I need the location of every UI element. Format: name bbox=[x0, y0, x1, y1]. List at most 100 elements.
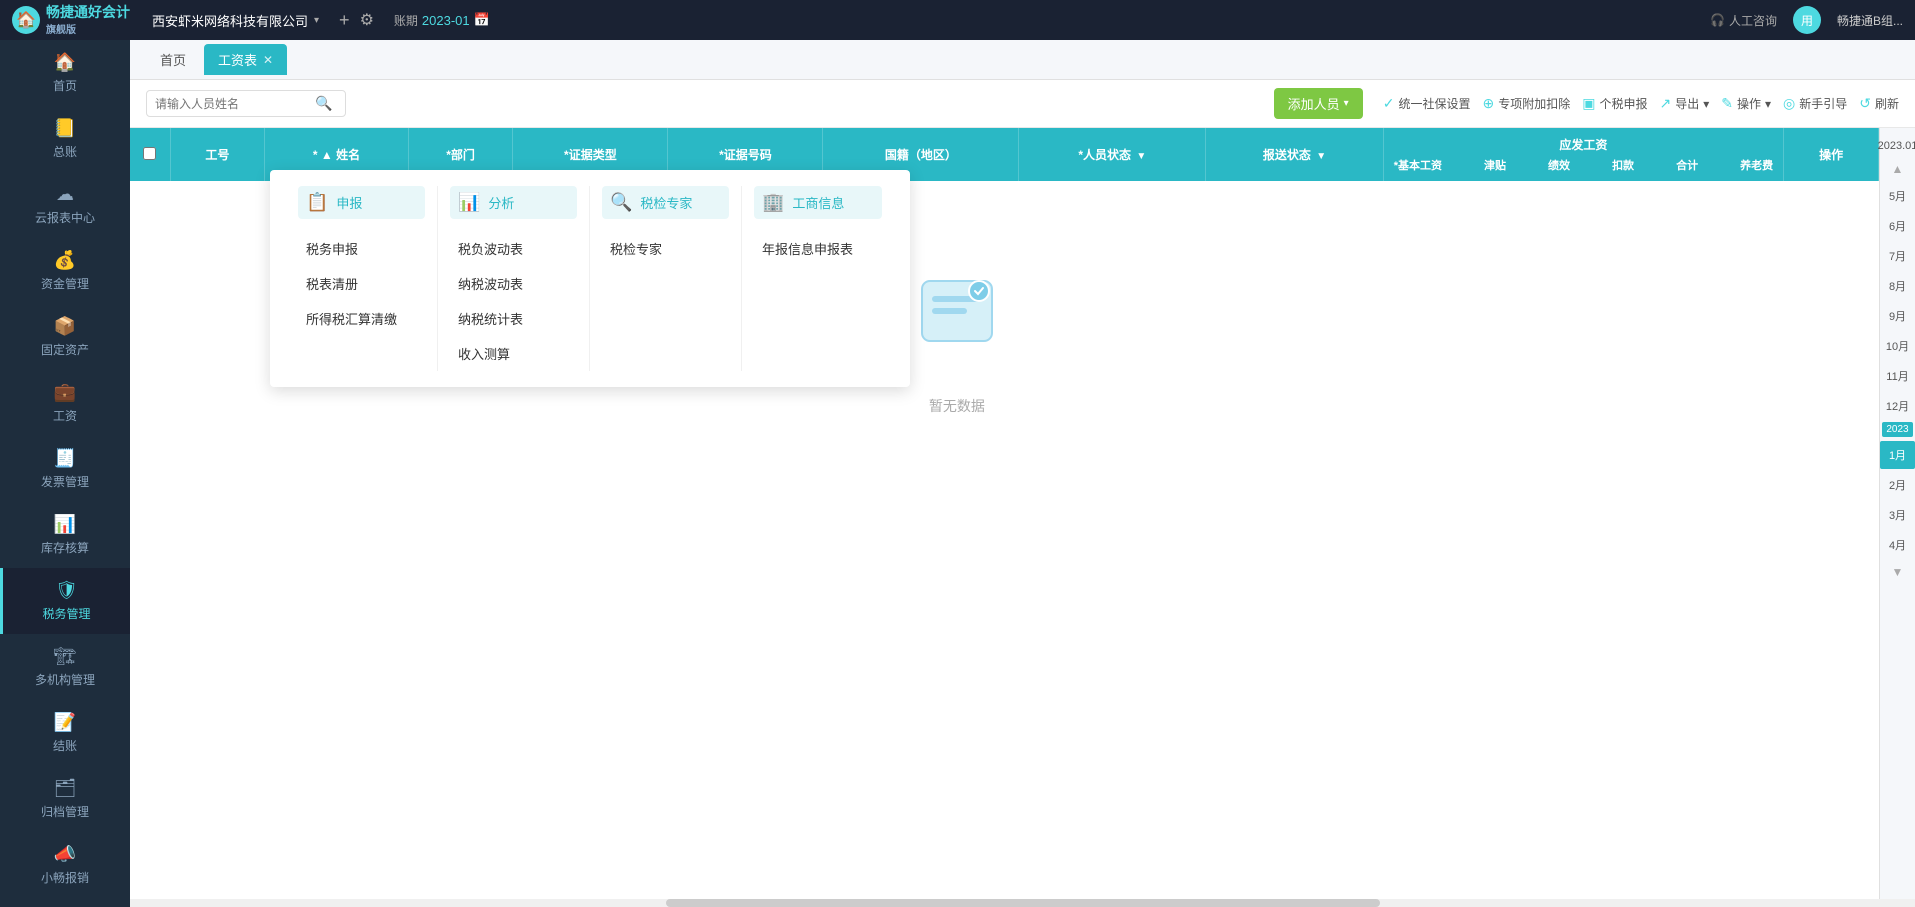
sidebar-item-inventory[interactable]: 📊 库存核算 bbox=[0, 502, 130, 568]
dropdown-item-annual-tax[interactable]: 所得税汇算清缴 bbox=[298, 301, 425, 336]
sidebar-item-label: 云报表中心 bbox=[35, 209, 95, 226]
tab-salary-label: 工资表 bbox=[218, 50, 257, 69]
month-item-8[interactable]: 8月 bbox=[1880, 272, 1915, 300]
sidebar-item-funds[interactable]: 💰 资金管理 bbox=[0, 238, 130, 304]
help-button[interactable]: 🎧 人工咨询 bbox=[1710, 12, 1777, 29]
month-item-4[interactable]: 4月 bbox=[1880, 531, 1915, 559]
dropdown-section-declaration-header: 📋 申报 bbox=[298, 186, 425, 219]
horizontal-scrollbar[interactable] bbox=[130, 899, 1915, 907]
sidebar-item-close-account[interactable]: 📝 结账 bbox=[0, 700, 130, 766]
period-calendar-icon[interactable]: 📅 bbox=[474, 12, 490, 28]
top-bar: 🏠 畅捷通好会计 旗舰版 西安虾米网络科技有限公司 ▾ + ⚙ 账期 2023-… bbox=[0, 0, 1915, 40]
add-person-button[interactable]: 添加人员 ▾ bbox=[1274, 88, 1363, 119]
sidebar-item-multi-org[interactable]: 🏗 多机构管理 bbox=[0, 634, 130, 700]
dropdown-item-tax-declaration[interactable]: 税务申报 bbox=[298, 231, 425, 266]
month-item-1[interactable]: 1月 bbox=[1880, 441, 1915, 469]
add-person-label: 添加人员 bbox=[1288, 94, 1340, 113]
month-item-6[interactable]: 6月 bbox=[1880, 212, 1915, 240]
company-selector[interactable]: 西安虾米网络科技有限公司 ▾ bbox=[152, 11, 319, 30]
sidebar-item-label: 发票管理 bbox=[41, 473, 89, 490]
dropdown-section-tax-expert-header: 🔍 税检专家 bbox=[602, 186, 729, 219]
month-item-12[interactable]: 12月 bbox=[1880, 392, 1915, 420]
settings-icon[interactable]: ⚙ bbox=[360, 10, 374, 30]
tab-home-label: 首页 bbox=[160, 50, 186, 69]
search-input[interactable] bbox=[155, 97, 315, 111]
tab-bar: 首页 工资表 ✕ bbox=[130, 40, 1915, 80]
tab-home[interactable]: 首页 bbox=[146, 44, 200, 75]
tab-salary[interactable]: 工资表 ✕ bbox=[204, 44, 287, 75]
period-value: 2023-01 bbox=[422, 13, 470, 28]
export-button[interactable]: ↗ 导出 ▾ bbox=[1659, 95, 1709, 112]
month-item-9[interactable]: 9月 bbox=[1880, 302, 1915, 330]
select-all-checkbox[interactable] bbox=[143, 147, 156, 160]
sidebar-item-label: 总账 bbox=[53, 143, 77, 160]
dropdown-item-tax-payment-fluctuation[interactable]: 纳税波动表 bbox=[450, 266, 577, 301]
dropdown-item-tax-fluctuation[interactable]: 税负波动表 bbox=[450, 231, 577, 266]
month-item-11[interactable]: 11月 bbox=[1880, 362, 1915, 390]
inventory-icon: 📊 bbox=[54, 514, 76, 535]
tab-close-icon[interactable]: ✕ bbox=[263, 53, 273, 67]
sidebar-item-label: 归档管理 bbox=[41, 803, 89, 820]
month-item-7[interactable]: 7月 bbox=[1880, 242, 1915, 270]
month-item-5[interactable]: 5月 bbox=[1880, 182, 1915, 210]
empty-text: 暂无数据 bbox=[929, 396, 985, 416]
dropdown-item-tax-stats[interactable]: 纳税统计表 bbox=[450, 301, 577, 336]
dropdown-section-business-info: 🏢 工商信息 年报信息申报表 bbox=[742, 186, 894, 371]
period-label: 账期 bbox=[394, 12, 418, 29]
th-checkbox[interactable] bbox=[130, 128, 170, 181]
social-insurance-label: 统一社保设置 bbox=[1398, 95, 1470, 112]
toolbar: 🔍 添加人员 ▾ ✓ 统一社保设置 ⊕ 专项附加扣除 ▣ 个税申报 bbox=[130, 80, 1915, 128]
th-operations: 操作 bbox=[1784, 128, 1879, 181]
app-name: 畅捷通好会计 bbox=[46, 4, 130, 21]
individual-tax-button[interactable]: ▣ 个税申报 bbox=[1582, 95, 1647, 112]
sidebar-item-ledger[interactable]: 📒 总账 bbox=[0, 106, 130, 172]
sidebar-item-salary[interactable]: 💼 工资 bbox=[0, 370, 130, 436]
dropdown-item-tax-expert[interactable]: 税检专家 bbox=[602, 231, 729, 266]
dropdown-item-income-estimate[interactable]: 收入测算 bbox=[450, 336, 577, 371]
analysis-title: 分析 bbox=[488, 193, 514, 212]
sidebar-item-expense[interactable]: 📣 小畅报销 bbox=[0, 832, 130, 898]
sidebar-item-cloud[interactable]: ☁ 云报表中心 bbox=[0, 172, 130, 238]
month-item-3[interactable]: 3月 bbox=[1880, 501, 1915, 529]
individual-tax-icon: ▣ bbox=[1582, 95, 1595, 112]
special-deduction-label: 专项附加扣除 bbox=[1498, 95, 1570, 112]
sidebar-item-label: 固定资产 bbox=[41, 341, 89, 358]
sidebar-item-tax[interactable]: 🛡 税务管理 bbox=[0, 568, 130, 634]
scroll-down-icon[interactable]: ▼ bbox=[1888, 561, 1908, 583]
special-deduction-icon: ⊕ bbox=[1482, 95, 1494, 112]
sidebar-item-home[interactable]: 🏠 首页 bbox=[0, 40, 130, 106]
help-label: 人工咨询 bbox=[1729, 12, 1777, 29]
dropdown-item-tax-form[interactable]: 税表清册 bbox=[298, 266, 425, 301]
dropdown-item-annual-report[interactable]: 年报信息申报表 bbox=[754, 231, 882, 266]
analysis-icon: 📊 bbox=[458, 192, 480, 213]
logo-area: 🏠 畅捷通好会计 旗舰版 bbox=[12, 4, 142, 36]
business-info-icon: 🏢 bbox=[762, 192, 784, 213]
search-icon: 🔍 bbox=[315, 95, 332, 112]
search-wrap: 🔍 bbox=[146, 90, 346, 117]
person-status-filter-icon[interactable]: ▼ bbox=[1136, 151, 1146, 162]
scroll-up-icon[interactable]: ▲ bbox=[1888, 158, 1908, 180]
sidebar-item-assets[interactable]: 📦 固定资产 bbox=[0, 304, 130, 370]
declaration-title: 申报 bbox=[336, 193, 362, 212]
operations-button[interactable]: ✎ 操作 ▾ bbox=[1721, 95, 1771, 112]
sidebar-item-archive[interactable]: 🗂 归档管理 bbox=[0, 766, 130, 832]
dropdown-section-business-info-header: 🏢 工商信息 bbox=[754, 186, 882, 219]
refresh-button[interactable]: ↺ 刷新 bbox=[1859, 95, 1899, 112]
submit-status-filter-icon[interactable]: ▼ bbox=[1316, 151, 1326, 162]
topbar-right: 🎧 人工咨询 用 畅捷通B组... bbox=[1710, 6, 1903, 34]
add-company-icon[interactable]: + bbox=[339, 10, 350, 31]
special-deduction-button[interactable]: ⊕ 专项附加扣除 bbox=[1482, 95, 1570, 112]
month-item-10[interactable]: 10月 bbox=[1880, 332, 1915, 360]
month-item-2[interactable]: 2月 bbox=[1880, 471, 1915, 499]
sidebar-item-settings[interactable]: ⚙ 基础设置 bbox=[0, 898, 130, 907]
th-submit-status: 报送状态 ▼ bbox=[1206, 128, 1383, 181]
right-panel-date: 2023.01 bbox=[1876, 136, 1915, 156]
sidebar-item-invoice[interactable]: 🧾 发票管理 bbox=[0, 436, 130, 502]
assets-icon: 📦 bbox=[54, 316, 76, 337]
social-insurance-button[interactable]: ✓ 统一社保设置 bbox=[1383, 95, 1471, 112]
export-label: 导出 bbox=[1675, 95, 1699, 112]
guide-button[interactable]: ◎ 新手引导 bbox=[1783, 95, 1847, 112]
th-allowance: 津贴 bbox=[1484, 157, 1506, 173]
sidebar-item-label: 首页 bbox=[53, 77, 77, 94]
funds-icon: 💰 bbox=[54, 250, 76, 271]
